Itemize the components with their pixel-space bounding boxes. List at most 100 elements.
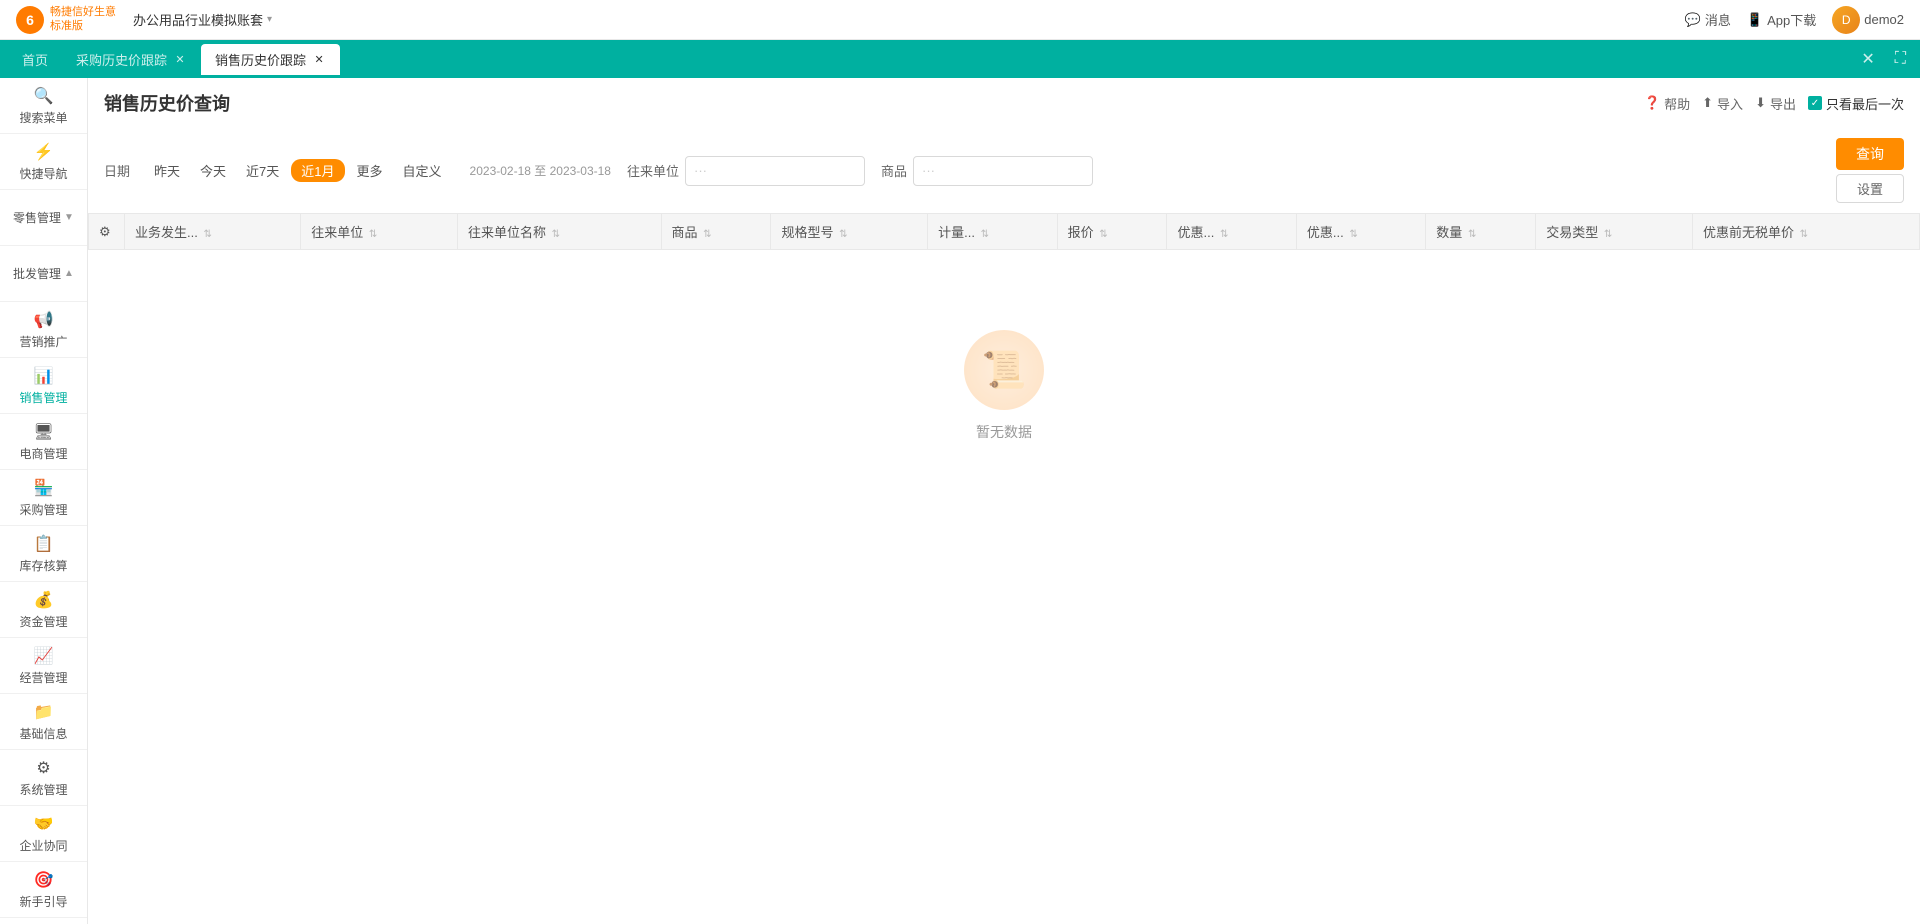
sort-icon-trade-type: ⇅ — [1604, 229, 1612, 240]
import-button[interactable]: ⬆ 导入 — [1702, 94, 1743, 113]
help-icon: ❓ — [1644, 95, 1660, 111]
finance-icon: 💰 — [34, 590, 54, 610]
query-button[interactable]: 查询 — [1836, 138, 1904, 170]
sidebar-item-sales-mgmt[interactable]: 📊 销售管理 — [0, 358, 87, 414]
message-icon: 💬 — [1685, 12, 1701, 28]
date-opt-more[interactable]: 更多 — [349, 159, 391, 182]
table-header-quantity[interactable]: 数量 ⇅ — [1426, 214, 1536, 250]
product-input[interactable]: ··· — [913, 156, 1093, 186]
chevron-up-icon: ▼ — [64, 212, 74, 223]
empty-state-text: 暂无数据 — [976, 422, 1032, 442]
purchase-icon: 🏪 — [34, 478, 54, 498]
table-header-discount2[interactable]: 优惠... ⇅ — [1296, 214, 1425, 250]
phone-icon: 📱 — [1747, 12, 1763, 28]
empty-state: 📜 暂无数据 — [88, 250, 1920, 522]
table-header-trade-type[interactable]: 交易类型 ⇅ — [1536, 214, 1693, 250]
table-header-partner-code[interactable]: 往来单位 ⇅ — [301, 214, 458, 250]
table-header-partner-name[interactable]: 往来单位名称 ⇅ — [457, 214, 661, 250]
date-range: 2023-02-18 至 2023-03-18 — [470, 162, 611, 179]
table-header-product[interactable]: 商品 ⇅ — [661, 214, 771, 250]
basic-info-icon: 📁 — [34, 702, 54, 722]
date-opt-custom[interactable]: 自定义 — [395, 159, 450, 182]
date-opt-yesterday[interactable]: 昨天 — [146, 159, 188, 182]
export-button[interactable]: ⬇ 导出 — [1755, 94, 1796, 113]
export-icon: ⬇ — [1755, 95, 1766, 111]
empty-state-illustration: 📜 — [964, 330, 1044, 410]
sidebar-item-new-guide[interactable]: 🎯 新手引导 — [0, 862, 87, 918]
user-action[interactable]: D demo2 — [1832, 6, 1904, 34]
filter-row: 日期 昨天 今天 近7天 近1月 更多 自定义 2023-02-18 至 202… — [104, 128, 1904, 213]
message-action[interactable]: 💬 消息 — [1685, 10, 1731, 29]
sort-icon-spec: ⇅ — [839, 229, 847, 240]
sidebar-item-finance[interactable]: 💰 资金管理 — [0, 582, 87, 638]
app-selector[interactable]: 办公用品行业模拟账套 ▾ — [124, 5, 281, 34]
close-all-tabs-button[interactable]: ✕ — [1855, 47, 1880, 71]
query-buttons: 查询 设置 — [1836, 138, 1904, 203]
sidebar-item-search-menu[interactable]: 🔍 搜索菜单 — [0, 78, 87, 134]
show-latest-checkbox[interactable]: ✓ 只看最后一次 — [1808, 94, 1904, 113]
operation-icon: 📈 — [34, 646, 54, 666]
logo-text: 畅捷信好生意 标准版 — [50, 6, 116, 32]
date-filter-label: 日期 — [104, 161, 130, 180]
sales-icon: 📊 — [34, 366, 54, 386]
table-header-unit[interactable]: 计量... ⇅ — [928, 214, 1057, 250]
date-opt-today[interactable]: 今天 — [192, 159, 234, 182]
top-bar-left: 6 畅捷信好生意 标准版 办公用品行业模拟账套 ▾ — [16, 5, 281, 34]
sort-icon-unit: ⇅ — [981, 229, 989, 240]
inventory-icon: 📋 — [34, 534, 54, 554]
tab-home[interactable]: 首页 — [8, 44, 62, 75]
marketing-icon: 📢 — [34, 310, 54, 330]
collab-icon: 🤝 — [34, 814, 54, 834]
sidebar-item-quick-nav[interactable]: ⚡ 快捷导航 — [0, 134, 87, 190]
filter-settings-button[interactable]: 设置 — [1836, 174, 1904, 203]
sidebar-item-wholesale-mgmt[interactable]: 批发管理 ▲ — [0, 246, 87, 302]
logo-area: 6 畅捷信好生意 标准版 — [16, 6, 116, 34]
fullscreen-button[interactable]: ⛶ — [1889, 48, 1912, 70]
scroll-icon: 📜 — [964, 330, 1044, 410]
content-area: 销售历史价查询 ❓ 帮助 ⬆ 导入 ⬇ 导出 ✓ — [88, 78, 1920, 924]
sidebar-item-ecommerce[interactable]: 🖥 电商管理 — [0, 414, 87, 470]
sidebar-item-inventory[interactable]: 📋 库存核算 — [0, 526, 87, 582]
sidebar-item-enterprise-collab[interactable]: 🤝 企业协同 — [0, 806, 87, 862]
table-header-pretax-price[interactable]: 优惠前无税单价 ⇅ — [1692, 214, 1919, 250]
tab-sales-history[interactable]: 销售历史价跟踪 ✕ — [201, 44, 340, 75]
sort-icon-discount2: ⇅ — [1349, 229, 1357, 240]
sidebar-item-basic-info[interactable]: 📁 基础信息 — [0, 694, 87, 750]
chevron-down-icon: ▾ — [267, 14, 272, 25]
sort-icon-partner-name: ⇅ — [552, 229, 560, 240]
guide-icon: 🎯 — [34, 870, 54, 890]
top-bar: 6 畅捷信好生意 标准版 办公用品行业模拟账套 ▾ 💬 消息 📱 App下载 D… — [0, 0, 1920, 40]
partner-input[interactable]: ··· — [685, 156, 865, 186]
import-icon: ⬆ — [1702, 95, 1713, 111]
search-icon: 🔍 — [34, 86, 54, 106]
data-table: ⚙ 业务发生... ⇅ 往来单位 ⇅ 往来单位名称 ⇅ — [88, 213, 1920, 250]
tab-bar: 首页 采购历史价跟踪 ✕ 销售历史价跟踪 ✕ ✕ ⛶ — [0, 40, 1920, 78]
sidebar-item-operation[interactable]: 📈 经营管理 — [0, 638, 87, 694]
page-title: 销售历史价查询 — [104, 90, 230, 116]
date-opt-last1month[interactable]: 近1月 — [291, 159, 344, 182]
checkbox-checked-icon: ✓ — [1808, 96, 1822, 110]
sidebar: 🔍 搜索菜单 ⚡ 快捷导航 零售管理 ▼ 批发管理 ▲ 📢 营销推广 📊 销售管… — [0, 78, 88, 924]
sidebar-item-marketing[interactable]: 📢 营销推广 — [0, 302, 87, 358]
sort-icon-discount1: ⇅ — [1220, 229, 1228, 240]
close-sales-history-tab[interactable]: ✕ — [312, 52, 326, 66]
top-bar-right: 💬 消息 📱 App下载 D demo2 — [1685, 6, 1904, 34]
close-purchase-history-tab[interactable]: ✕ — [173, 52, 187, 66]
sort-icon-quantity: ⇅ — [1468, 229, 1476, 240]
table-header-biz-date[interactable]: 业务发生... ⇅ — [125, 214, 301, 250]
page-title-row: 销售历史价查询 ❓ 帮助 ⬆ 导入 ⬇ 导出 ✓ — [104, 90, 1904, 116]
date-opt-last7[interactable]: 近7天 — [238, 159, 287, 182]
table-header-settings[interactable]: ⚙ — [89, 214, 125, 250]
sidebar-item-retail-mgmt[interactable]: 零售管理 ▼ — [0, 190, 87, 246]
table-header-price[interactable]: 报价 ⇅ — [1057, 214, 1167, 250]
help-button[interactable]: ❓ 帮助 — [1644, 94, 1690, 113]
sidebar-item-system[interactable]: ⚙ 系统管理 — [0, 750, 87, 806]
table-header-discount1[interactable]: 优惠... ⇅ — [1167, 214, 1296, 250]
tab-purchase-history[interactable]: 采购历史价跟踪 ✕ — [62, 44, 201, 75]
table-header-spec[interactable]: 规格型号 ⇅ — [771, 214, 928, 250]
app-download-action[interactable]: 📱 App下载 — [1747, 10, 1816, 29]
table-header: ⚙ 业务发生... ⇅ 往来单位 ⇅ 往来单位名称 ⇅ — [89, 214, 1920, 250]
sort-icon-pretax-price: ⇅ — [1800, 229, 1808, 240]
sidebar-item-purchase[interactable]: 🏪 采购管理 — [0, 470, 87, 526]
sidebar-item-app-center[interactable]: 📱 应用中心 — [0, 918, 87, 924]
